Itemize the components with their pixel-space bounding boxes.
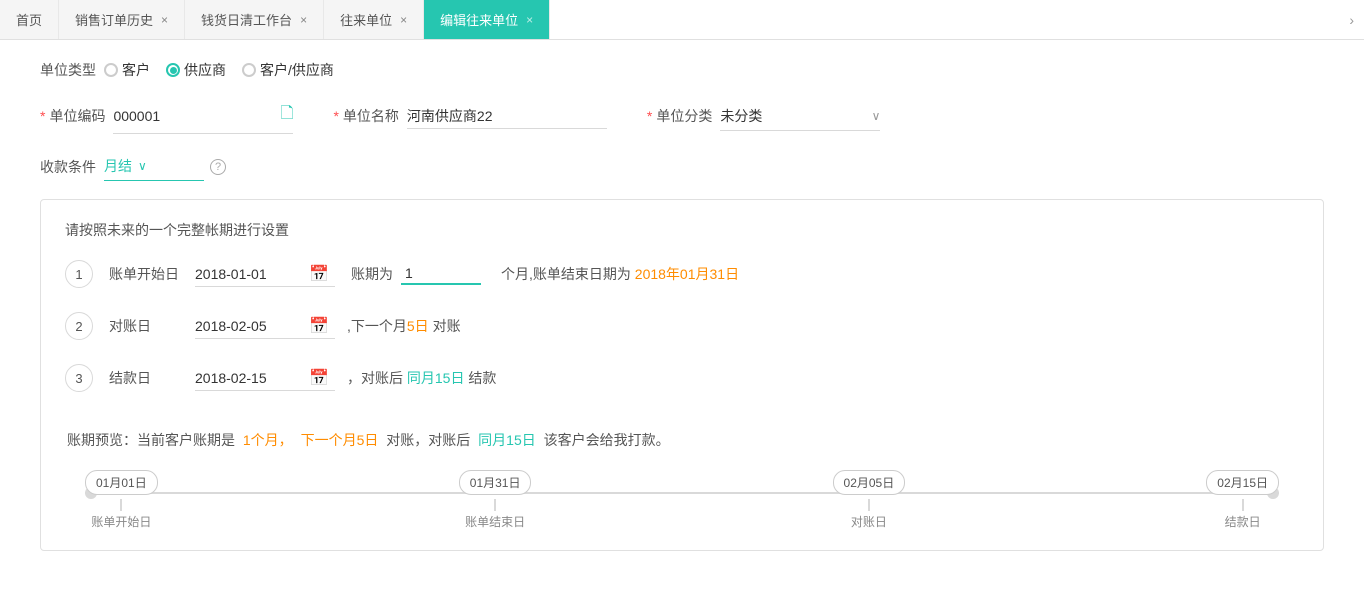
timeline-point-4: 02月15日 结款日 (1206, 470, 1279, 530)
close-edit-partner-tab[interactable]: × (526, 13, 533, 27)
step-label-3: 结款日 (109, 368, 179, 388)
step-date-1-wrapper: 📅 (195, 262, 335, 287)
preview-row: 账期预览：当前客户账期是 1个月， 下一个月5日 对账，对账后 同月15日 该客… (65, 416, 1299, 470)
timeline-points: 01月01日 账单开始日 01月31日 账单结束日 02月05日 对账日 (85, 470, 1279, 530)
step-date-3-wrapper: 📅 (195, 366, 335, 391)
close-sales-history-tab[interactable]: × (161, 13, 168, 27)
tabs-bar: 首页 销售订单历史 × 钱货日清工作台 × 往来单位 × 编辑往来单位 × › (0, 0, 1364, 40)
unit-category-value: 未分类 (720, 106, 863, 126)
unit-category-arrow: ∨ (872, 109, 881, 123)
unit-info-row: * 单位编码 🗋 * 单位名称 * 单位分类 未分类 ∨ (40, 98, 1324, 134)
unit-name-label: 单位名称 (343, 106, 399, 126)
step-row-3: 3 结款日 📅 ，对账后 同月15日 结款 (65, 364, 1299, 392)
tab-edit-partner[interactable]: 编辑往来单位 × (424, 0, 550, 39)
unit-name-group: * 单位名称 (333, 104, 606, 129)
unit-type-label: 单位类型 (40, 60, 96, 80)
timeline-point-3: 02月05日 对账日 (833, 470, 906, 530)
timeline-vline-3 (868, 499, 870, 511)
unit-category-group: * 单位分类 未分类 ∨ (647, 102, 880, 131)
timeline-label-3: 对账日 (851, 513, 887, 530)
step-num-2: 2 (65, 312, 93, 340)
close-partners-tab[interactable]: × (400, 13, 407, 27)
step-row-1: 1 账单开始日 📅 账期为 个月,账单结束日期为 2018年01月31日 (65, 260, 1299, 288)
timeline-label-4: 结款日 (1225, 513, 1261, 530)
radio-both[interactable]: 客户/供应商 (242, 60, 334, 80)
step-label-1: 账单开始日 (109, 264, 179, 284)
tab-sales-history[interactable]: 销售订单历史 × (59, 0, 185, 39)
timeline-date-1: 01月01日 (85, 470, 158, 495)
step-date-3-input[interactable] (195, 370, 305, 386)
payment-terms-arrow: ∨ (138, 159, 147, 173)
timeline-date-2: 01月31日 (459, 470, 532, 495)
step-date-2-input[interactable] (195, 318, 305, 334)
timeline-label-2: 账单结束日 (465, 513, 525, 530)
unit-category-star: * (647, 108, 652, 124)
tab-home[interactable]: 首页 (0, 0, 59, 39)
timeline-wrapper: 01月01日 账单开始日 01月31日 账单结束日 02月05日 对账日 (65, 470, 1299, 530)
unit-name-input[interactable] (407, 104, 607, 129)
tab-partners[interactable]: 往来单位 × (324, 0, 424, 39)
unit-code-input-wrapper: 🗋 (113, 98, 293, 134)
step-num-3: 3 (65, 364, 93, 392)
unit-category-label: 单位分类 (656, 106, 712, 126)
unit-code-copy-icon[interactable]: 🗋 (281, 102, 294, 129)
payment-terms-help-icon[interactable]: ? (210, 159, 226, 175)
step-1-period-unit: 个月,账单结束日期为 2018年01月31日 (501, 264, 739, 284)
step-3-suffix: ，对账后 同月15日 结款 (347, 368, 496, 388)
unit-code-star: * (40, 108, 45, 124)
section-instruction: 请按照未来的一个完整帐期进行设置 (65, 220, 1299, 240)
timeline-label-1: 账单开始日 (91, 513, 151, 530)
step-row-2: 2 对账日 📅 ,下一个月5日 对账 (65, 312, 1299, 340)
timeline-vline-2 (494, 499, 496, 511)
close-cashflow-tab[interactable]: × (300, 13, 307, 27)
step-1-suffix-pre: 账期为 (351, 264, 393, 284)
tab-cashflow[interactable]: 钱货日清工作台 × (185, 0, 324, 39)
radio-customer-circle (104, 63, 118, 77)
step-1-end-date: 2018年01月31日 (635, 266, 739, 282)
unit-code-group: * 单位编码 🗋 (40, 98, 293, 134)
timeline-date-3: 02月05日 (833, 470, 906, 495)
step-date-2-calendar-icon[interactable]: 📅 (309, 316, 329, 336)
radio-both-circle (242, 63, 256, 77)
step-date-1-calendar-icon[interactable]: 📅 (309, 264, 329, 284)
payment-terms-select[interactable]: 月结 ∨ (104, 152, 204, 181)
unit-name-star: * (333, 108, 338, 124)
period-settings-box: 请按照未来的一个完整帐期进行设置 1 账单开始日 📅 账期为 个月,账单结束日期… (40, 199, 1324, 551)
main-content: 单位类型 客户 供应商 客户/供应商 * 单位编码 🗋 (0, 40, 1364, 608)
unit-type-row: 单位类型 客户 供应商 客户/供应商 (40, 60, 1324, 80)
payment-terms-value: 月结 (104, 156, 132, 176)
timeline-point-2: 01月31日 账单结束日 (459, 470, 532, 530)
preview-payment-day: 同月15日 (478, 432, 536, 448)
tab-overflow-arrow[interactable]: › (1339, 12, 1364, 28)
radio-supplier-circle (166, 63, 180, 77)
radio-customer[interactable]: 客户 (104, 60, 150, 80)
timeline-date-4: 02月15日 (1206, 470, 1279, 495)
step-date-2-wrapper: 📅 (195, 314, 335, 339)
preview-period2: 下一个月5日 (301, 432, 379, 448)
step-2-suffix: ,下一个月5日 对账 (347, 316, 461, 336)
payment-terms-row: 收款条件 月结 ∨ ? (40, 152, 1324, 181)
unit-code-label: 单位编码 (49, 106, 105, 126)
radio-supplier[interactable]: 供应商 (166, 60, 226, 80)
step-num-1: 1 (65, 260, 93, 288)
timeline-vline-1 (120, 499, 122, 511)
unit-type-radio-group: 客户 供应商 客户/供应商 (104, 60, 334, 80)
payment-terms-label: 收款条件 (40, 157, 96, 177)
unit-code-input[interactable] (113, 108, 276, 124)
preview-period: 1个月， (243, 432, 293, 448)
step-date-3-calendar-icon[interactable]: 📅 (309, 368, 329, 388)
timeline-vline-4 (1242, 499, 1244, 511)
timeline-point-1: 01月01日 账单开始日 (85, 470, 158, 530)
step-label-2: 对账日 (109, 316, 179, 336)
unit-category-select[interactable]: 未分类 ∨ (720, 102, 880, 131)
step-date-1-input[interactable] (195, 266, 305, 282)
period-value-input[interactable] (401, 263, 481, 285)
